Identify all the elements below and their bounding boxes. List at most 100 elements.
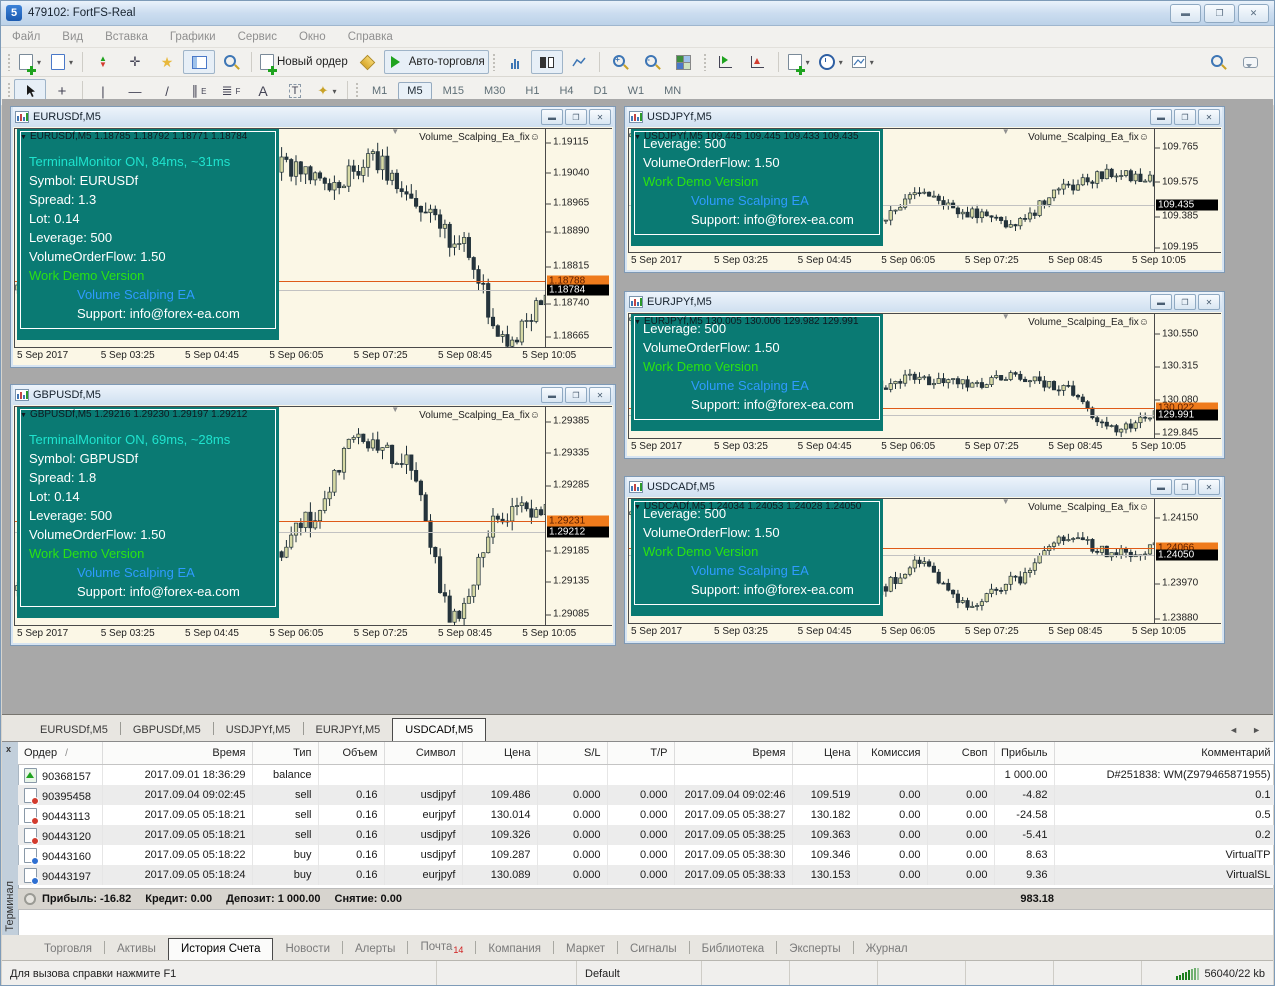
terminal-tab-почта[interactable]: Почта14 xyxy=(408,937,475,960)
column-header[interactable]: T/P xyxy=(607,742,675,765)
chart-restore-button[interactable]: ❐ xyxy=(1174,294,1196,310)
terminal-tab-компания[interactable]: Компания xyxy=(476,939,553,960)
price-scale[interactable]: 109.765 109.575 109.385 109.195 109.435 xyxy=(1154,128,1221,253)
status-profile[interactable]: Default xyxy=(577,961,702,985)
history-row[interactable]: 90443113 2017.09.05 05:18:21 sell 0.16 eurjp… xyxy=(18,805,1274,825)
toolbar-drag-handle[interactable] xyxy=(702,53,707,71)
history-row[interactable]: 90395458 2017.09.04 09:02:45 sell 0.16 usdjp… xyxy=(18,785,1274,805)
chart-window-titlebar[interactable]: EURUSDf,M5 ▬ ❐ ✕ xyxy=(13,107,613,127)
line-chart-button[interactable] xyxy=(563,50,595,74)
metaeditor-button[interactable] xyxy=(352,50,384,74)
menu-insert[interactable]: Вставка xyxy=(94,31,159,43)
chart-tab-usdcadf-m5[interactable]: USDCADf,M5 xyxy=(392,718,487,741)
chart-close-button[interactable]: ✕ xyxy=(589,109,611,125)
column-header[interactable]: Цена xyxy=(462,742,538,765)
new-order-button[interactable]: Новый ордер xyxy=(256,50,352,75)
toolbar-drag-handle[interactable] xyxy=(7,82,11,100)
tab-scroll-right-icon[interactable]: ► xyxy=(1252,725,1261,735)
menu-charts[interactable]: Графики xyxy=(159,31,227,43)
timeframe-m30[interactable]: M30 xyxy=(475,82,514,100)
chart-minimize-button[interactable]: ▬ xyxy=(541,387,563,403)
close-button[interactable]: ✕ xyxy=(1238,3,1269,23)
column-header[interactable]: Объем xyxy=(318,742,385,765)
chart-window-titlebar[interactable]: USDCADf,M5 ▬ ❐ ✕ xyxy=(627,477,1222,497)
terminal-tab-новости[interactable]: Новости xyxy=(273,939,342,960)
chart-tab-eurusdf-m5[interactable]: EURUSDf,M5 xyxy=(28,720,120,741)
chart-restore-button[interactable]: ❐ xyxy=(1174,109,1196,125)
chart-close-button[interactable]: ✕ xyxy=(1198,479,1220,495)
menu-help[interactable]: Справка xyxy=(337,31,404,43)
menu-view[interactable]: Вид xyxy=(51,31,94,43)
history-row[interactable]: 90443160 2017.09.05 05:18:22 buy 0.16 usdjpy… xyxy=(18,845,1274,865)
terminal-tab-активы[interactable]: Активы xyxy=(105,939,168,960)
chart-minimize-button[interactable]: ▬ xyxy=(1150,479,1172,495)
timeframe-w1[interactable]: W1 xyxy=(619,82,654,100)
chart-close-button[interactable]: ✕ xyxy=(1198,294,1220,310)
chart-restore-button[interactable]: ❐ xyxy=(1174,479,1196,495)
chart-minimize-button[interactable]: ▬ xyxy=(1150,294,1172,310)
terminal-tab-алерты[interactable]: Алерты xyxy=(343,939,407,960)
menu-file[interactable]: Файл xyxy=(1,31,51,43)
chart-tab-eurjpyf-m5[interactable]: EURJPYf,M5 xyxy=(304,720,393,741)
auto-scroll-button[interactable] xyxy=(710,50,742,74)
strategy-tester-button[interactable] xyxy=(215,50,247,74)
table-header-row[interactable]: Ордер / Время Тип Объем Символ Цена S/L T/P Время… xyxy=(18,742,1274,765)
column-header[interactable]: Прибыль xyxy=(994,742,1055,765)
templates-button[interactable]: ▾ xyxy=(847,50,879,74)
chart-canvas[interactable]: TerminalMonitor ON, 84ms, ~31ms Symbol: E… xyxy=(14,128,546,348)
column-header[interactable]: Комментарий xyxy=(1054,742,1274,765)
chart-minimize-button[interactable]: ▬ xyxy=(1150,109,1172,125)
profiles-button[interactable]: ▾ xyxy=(46,50,78,74)
chart-restore-button[interactable]: ❐ xyxy=(565,387,587,403)
toolbar-drag-handle[interactable] xyxy=(7,53,11,71)
chart-canvas[interactable]: TerminalMonitor ON, 69ms, ~28ms Symbol: G… xyxy=(14,406,546,626)
new-chart-button[interactable]: ▾ xyxy=(14,50,46,75)
column-header[interactable]: Время xyxy=(102,742,253,765)
terminal-close-icon[interactable]: x xyxy=(6,745,11,754)
chart-close-button[interactable]: ✕ xyxy=(589,387,611,403)
time-scale[interactable]: 5 Sep 2017 5 Sep 03:25 5 Sep 04:45 5 Sep 06… xyxy=(628,625,1221,640)
timeframe-h4[interactable]: H4 xyxy=(550,82,582,100)
terminal-tab-торговля[interactable]: Торговля xyxy=(32,939,104,960)
minimize-button[interactable]: ▬ xyxy=(1170,3,1201,23)
timeframe-m1[interactable]: M1 xyxy=(363,82,396,100)
price-scale[interactable]: 1.19115 1.19040 1.18965 1.18890 1.18815 1.187… xyxy=(545,128,612,348)
time-scale[interactable]: 5 Sep 2017 5 Sep 03:25 5 Sep 04:45 5 Sep 06… xyxy=(14,627,612,642)
column-header[interactable]: Время xyxy=(674,742,793,765)
terminal-tab-библиотека[interactable]: Библиотека xyxy=(690,939,777,960)
timeframe-d1[interactable]: D1 xyxy=(585,82,617,100)
menu-tools[interactable]: Сервис xyxy=(227,31,288,43)
chart-window-titlebar[interactable]: USDJPYf,M5 ▬ ❐ ✕ xyxy=(627,107,1222,127)
bar-chart-button[interactable] xyxy=(499,50,531,74)
periods-button[interactable]: ▾ xyxy=(815,50,847,74)
autotrading-button[interactable]: Авто-торговля xyxy=(383,50,489,74)
chart-canvas[interactable]: Leverage: 500 VolumeOrderFlow: 1.50 Work D… xyxy=(628,498,1155,624)
chart-window-titlebar[interactable]: GBPUSDf,M5 ▬ ❐ ✕ xyxy=(13,385,613,405)
data-window-button[interactable]: ✛ xyxy=(119,50,151,74)
chart-close-button[interactable]: ✕ xyxy=(1198,109,1220,125)
column-header[interactable]: Символ xyxy=(384,742,463,765)
chart-tab-usdjpyf-m5[interactable]: USDJPYf,M5 xyxy=(214,720,303,741)
terminal-tab-журнал[interactable]: Журнал xyxy=(854,939,920,960)
terminal-tab-эксперты[interactable]: Эксперты xyxy=(777,939,852,960)
chart-window-titlebar[interactable]: EURJPYf,M5 ▬ ❐ ✕ xyxy=(627,292,1222,312)
navigator-button[interactable]: ★ xyxy=(151,50,183,74)
price-scale[interactable]: 1.24150 1.23970 1.23880 1.24066 1.24050 xyxy=(1154,498,1221,624)
timeframe-m5[interactable]: M5 xyxy=(398,82,432,100)
column-header[interactable]: Комиссия xyxy=(857,742,928,765)
history-row[interactable]: 90443120 2017.09.05 05:18:21 sell 0.16 usdjp… xyxy=(18,825,1274,845)
terminal-tab-маркет[interactable]: Маркет xyxy=(554,939,617,960)
column-header[interactable]: Цена xyxy=(792,742,858,765)
terminal-tab-история-счета[interactable]: История Счета xyxy=(167,938,274,960)
timeframe-m15[interactable]: M15 xyxy=(434,82,473,100)
column-header[interactable]: Своп xyxy=(927,742,995,765)
chart-shift-button[interactable] xyxy=(742,50,774,74)
restore-button[interactable]: ❐ xyxy=(1204,3,1235,23)
chart-minimize-button[interactable]: ▬ xyxy=(541,109,563,125)
chart-restore-button[interactable]: ❐ xyxy=(565,109,587,125)
indicators-button[interactable]: ▾ xyxy=(783,50,815,75)
column-header[interactable]: Ордер / xyxy=(18,742,103,765)
candlestick-chart-button[interactable] xyxy=(530,50,563,74)
time-scale[interactable]: 5 Sep 2017 5 Sep 03:25 5 Sep 04:45 5 Sep 06… xyxy=(628,254,1221,269)
toolbar-drag-handle[interactable] xyxy=(355,82,359,100)
